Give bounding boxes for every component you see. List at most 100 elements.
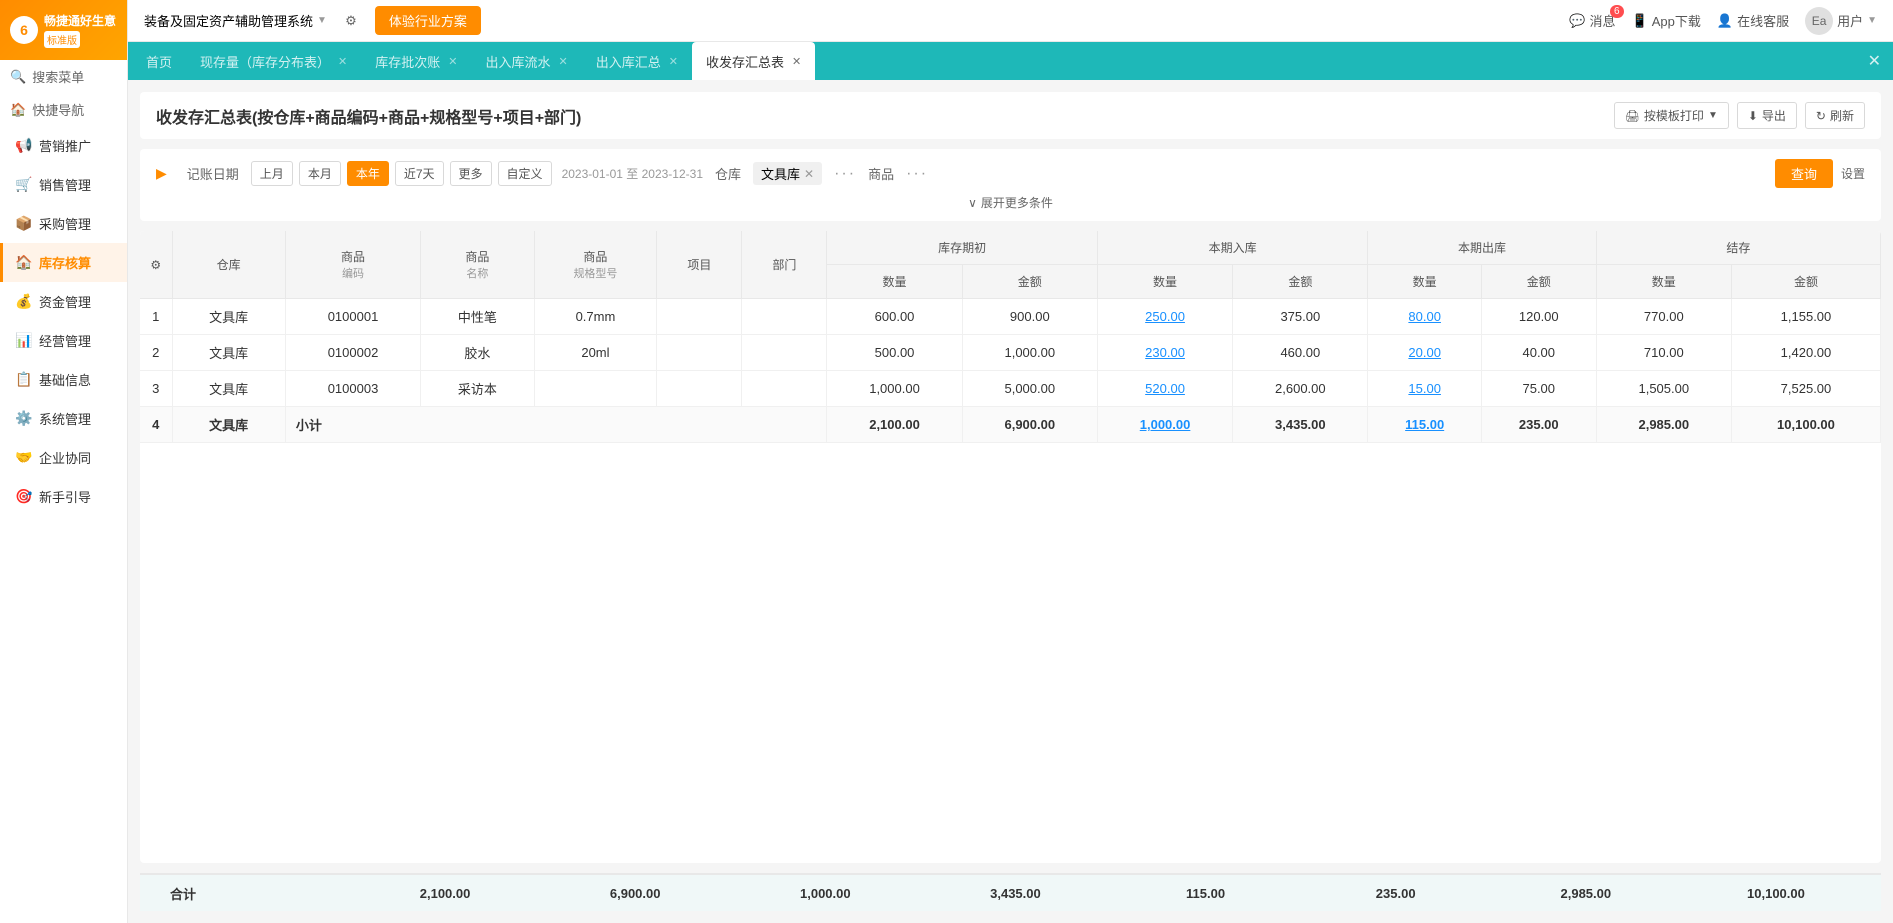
th-in-qty: 数量 — [1097, 265, 1232, 299]
cell-dept — [742, 371, 827, 407]
date-btn-this-month[interactable]: 本月 — [299, 161, 341, 186]
cell-in-qty[interactable]: 250.00 — [1097, 299, 1232, 335]
cell-subtotal-out-amt: 235.00 — [1481, 407, 1596, 443]
print-icon: 🖨 — [1625, 109, 1640, 123]
cell-opening-qty: 1,000.00 — [827, 371, 962, 407]
system-name-text: 装备及固定资产辅助管理系统 — [144, 11, 313, 30]
cell-goods-name: 胶水 — [421, 335, 534, 371]
goods-more-dots[interactable]: ··· — [906, 165, 928, 183]
sidebar-item-system[interactable]: ⚙️ 系统管理 — [0, 399, 127, 438]
export-button[interactable]: ⬇ 导出 — [1737, 102, 1797, 129]
message-action[interactable]: 💬 消息 6 — [1569, 11, 1615, 30]
data-table: ⚙ 仓库 商品编码 商品名称 商品规格型号 项目 部门 库存期初 本期入库 本期… — [140, 231, 1881, 443]
date-btn-last-month[interactable]: 上月 — [251, 161, 293, 186]
nav-icon: 🏠 — [10, 102, 26, 118]
tab-batch[interactable]: 库存批次账 ✕ — [361, 42, 471, 80]
sidebar-item-inventory[interactable]: 🏠 库存核算 — [0, 243, 127, 282]
cell-goods-spec — [534, 371, 657, 407]
user-action[interactable]: Ea 用户 ▼ — [1805, 7, 1877, 35]
tab-home[interactable]: 首页 — [132, 42, 186, 80]
sidebar-item-base[interactable]: 📋 基础信息 — [0, 360, 127, 399]
tab-close-recv-send-summary[interactable]: ✕ — [792, 55, 801, 68]
cell-in-qty[interactable]: 520.00 — [1097, 371, 1232, 407]
tab-in-out-summary[interactable]: 出入库汇总 ✕ — [582, 42, 692, 80]
th-group-out: 本期出库 — [1368, 231, 1596, 265]
page-title-bar: 收发存汇总表(按仓库+商品编码+商品+规格型号+项目+部门) 🖨 按模板打印 ▼… — [140, 92, 1881, 139]
logo-text: 畅捷通好生意 标准版 — [44, 12, 116, 48]
query-button[interactable]: 查询 — [1775, 159, 1833, 188]
cell-out-qty[interactable]: 80.00 — [1368, 299, 1481, 335]
cell-goods-spec: 20ml — [534, 335, 657, 371]
system-name-dropdown[interactable]: 装备及固定资产辅助管理系统 ▼ — [144, 11, 327, 30]
trial-button[interactable]: 体验行业方案 — [375, 6, 481, 35]
sidebar-item-business[interactable]: 📊 经营管理 — [0, 321, 127, 360]
footer-in-qty: 1,000.00 — [730, 886, 920, 901]
tab-close-inventory-dist[interactable]: ✕ — [338, 55, 347, 68]
app-download-action[interactable]: 📱 App下载 — [1632, 11, 1701, 30]
date-btn-7days[interactable]: 近7天 — [395, 161, 444, 186]
gear-button[interactable]: ⚙ — [337, 7, 365, 35]
sidebar-item-enterprise[interactable]: 🤝 企业协同 — [0, 438, 127, 477]
user-dropdown-icon: ▼ — [1867, 15, 1877, 26]
th-settings[interactable]: ⚙ — [140, 231, 172, 299]
content-area: 收发存汇总表(按仓库+商品编码+商品+规格型号+项目+部门) 🖨 按模板打印 ▼… — [128, 80, 1893, 923]
print-button[interactable]: 🖨 按模板打印 ▼ — [1614, 102, 1729, 129]
cell-in-qty[interactable]: 230.00 — [1097, 335, 1232, 371]
cell-out-qty[interactable]: 15.00 — [1368, 371, 1481, 407]
date-btn-custom[interactable]: 自定义 — [498, 161, 552, 186]
cell-warehouse: 文具库 — [172, 335, 285, 371]
setting-button[interactable]: 设置 — [1841, 165, 1865, 182]
tab-inventory-dist[interactable]: 现存量（库存分布表） ✕ — [186, 42, 361, 80]
sidebar-item-sales[interactable]: 🛒 销售管理 — [0, 165, 127, 204]
tab-close-in-out-flow[interactable]: ✕ — [559, 55, 568, 68]
expand-conditions-button[interactable]: ∨ 展开更多条件 — [968, 194, 1053, 211]
cell-out-qty[interactable]: 20.00 — [1368, 335, 1481, 371]
search-menu-item[interactable]: 🔍 搜索菜单 — [0, 60, 127, 93]
enterprise-icon: 🤝 — [15, 449, 33, 467]
refresh-button[interactable]: ↻ 刷新 — [1805, 102, 1865, 129]
footer-opening-qty: 2,100.00 — [350, 886, 540, 901]
warehouse-tag-close[interactable]: ✕ — [804, 167, 814, 181]
support-icon: 👤 — [1717, 13, 1733, 29]
dropdown-arrow-icon: ▼ — [317, 15, 327, 26]
cell-balance-qty: 770.00 — [1596, 299, 1731, 335]
collapse-arrow-icon[interactable]: ▶ — [156, 165, 167, 182]
cell-subtotal-out-qty[interactable]: 115.00 — [1368, 407, 1481, 443]
sidebar-nav: 📢 营销推广 🛒 销售管理 📦 采购管理 🏠 库存核算 💰 资金管理 📊 经营管… — [0, 126, 127, 923]
cell-out-amt: 75.00 — [1481, 371, 1596, 407]
sidebar-item-marketing[interactable]: 📢 营销推广 — [0, 126, 127, 165]
tab-close-batch[interactable]: ✕ — [448, 55, 457, 68]
quick-nav-item[interactable]: 🏠 快捷导航 — [0, 93, 127, 126]
marketing-icon: 📢 — [15, 137, 33, 155]
footer-opening-amt: 6,900.00 — [540, 886, 730, 901]
date-btn-this-year[interactable]: 本年 — [347, 161, 389, 186]
th-goods-name: 商品名称 — [421, 231, 534, 299]
cell-subtotal-in-amt: 3,435.00 — [1233, 407, 1368, 443]
online-support-action[interactable]: 👤 在线客服 — [1717, 11, 1789, 30]
expand-row: ∨ 展开更多条件 — [156, 194, 1865, 211]
sidebar-item-purchase[interactable]: 📦 采购管理 — [0, 204, 127, 243]
cell-goods-name: 中性笔 — [421, 299, 534, 335]
cell-goods-code: 0100001 — [285, 299, 420, 335]
sidebar-item-finance[interactable]: 💰 资金管理 — [0, 282, 127, 321]
th-goods-spec: 商品规格型号 — [534, 231, 657, 299]
tab-in-out-flow[interactable]: 出入库流水 ✕ — [471, 42, 581, 80]
footer-out-amt: 235.00 — [1301, 886, 1491, 901]
tab-close-in-out-summary[interactable]: ✕ — [669, 55, 678, 68]
purchase-icon: 📦 — [15, 215, 33, 233]
cell-subtotal-in-qty[interactable]: 1,000.00 — [1097, 407, 1232, 443]
date-btn-more[interactable]: 更多 — [450, 161, 492, 186]
inventory-icon: 🏠 — [15, 254, 33, 272]
tab-bar-close-button[interactable]: ✕ — [1860, 51, 1889, 71]
header-right: 💬 消息 6 📱 App下载 👤 在线客服 Ea 用户 ▼ — [1569, 7, 1877, 35]
th-group-opening: 库存期初 — [827, 231, 1098, 265]
warehouse-more-dots[interactable]: ··· — [834, 165, 856, 183]
tab-recv-send-summary[interactable]: 收发存汇总表 ✕ — [692, 42, 815, 80]
cell-row-num: 3 — [140, 371, 172, 407]
sidebar: 6 畅捷通好生意 标准版 🔍 搜索菜单 🏠 快捷导航 📢 营销推广 🛒 销售管理… — [0, 0, 128, 923]
sidebar-item-guide[interactable]: 🎯 新手引导 — [0, 477, 127, 516]
filter-actions: 查询 设置 — [1775, 159, 1865, 188]
data-table-container: ⚙ 仓库 商品编码 商品名称 商品规格型号 项目 部门 库存期初 本期入库 本期… — [140, 231, 1881, 863]
th-balance-qty: 数量 — [1596, 265, 1731, 299]
sidebar-logo[interactable]: 6 畅捷通好生意 标准版 — [0, 0, 127, 60]
